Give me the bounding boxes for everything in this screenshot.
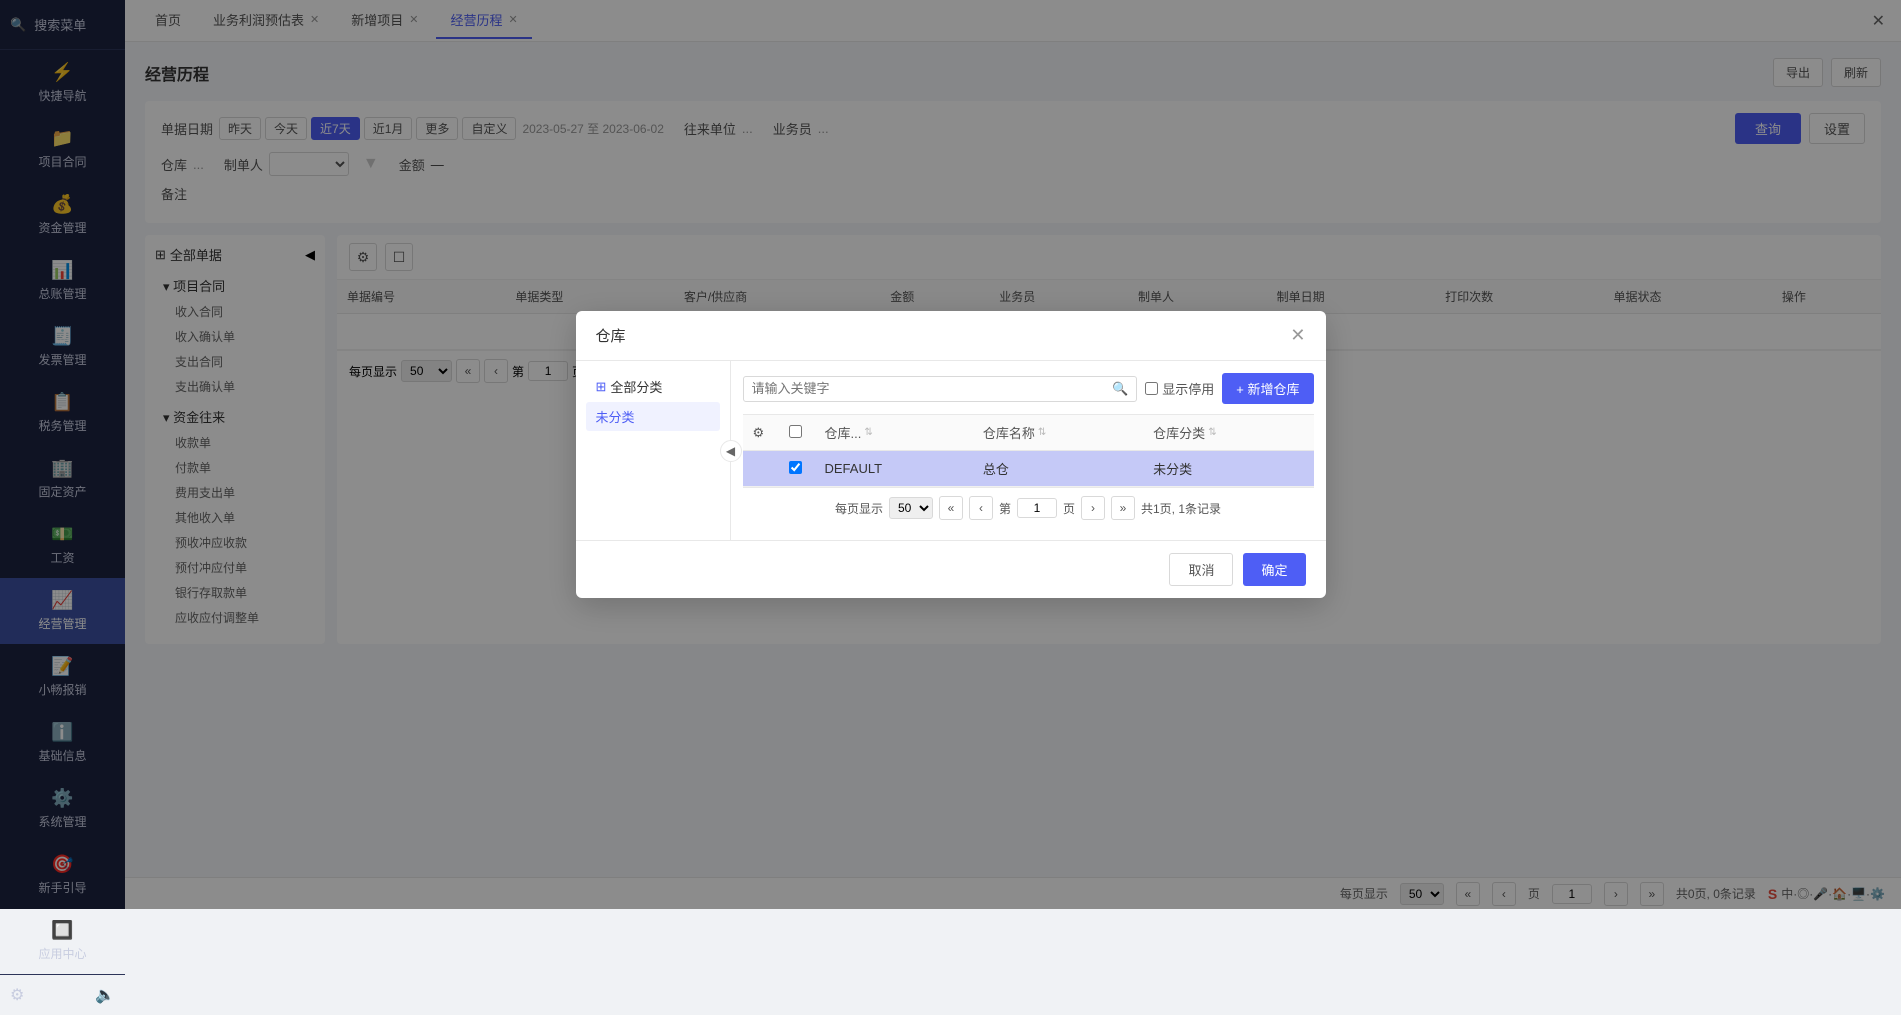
modal-last-btn[interactable]: »: [1111, 496, 1135, 520]
modal-grid-icon: ⊞: [596, 379, 607, 395]
modal-th-code-label: 仓库...: [825, 423, 862, 442]
modal-th-checkbox[interactable]: [779, 415, 815, 451]
modal-footer: 取消 确定: [576, 540, 1326, 598]
modal-page-word2: 页: [1063, 500, 1075, 517]
modal-page-size-select[interactable]: 50: [889, 497, 933, 519]
modal-right-panel: 🔍 显示停用 + 新增仓库 ⚙: [731, 361, 1326, 540]
modal-toolbar: 🔍 显示停用 + 新增仓库: [743, 373, 1314, 404]
modal-th-settings-icon: ⚙: [753, 425, 765, 440]
modal-close-btn[interactable]: ✕: [1290, 325, 1305, 346]
modal-table-row[interactable]: DEFAULT 总仓 未分类: [743, 451, 1314, 487]
sidebar-item-app-center[interactable]: 🔲 应用中心: [0, 908, 125, 974]
modal-first-btn[interactable]: «: [939, 496, 963, 520]
modal-td-code: DEFAULT: [815, 451, 973, 487]
modal-row-checkbox[interactable]: [789, 461, 802, 474]
modal-th-code: 仓库... ⇅: [815, 415, 973, 451]
modal-page-word: 第: [999, 500, 1011, 517]
modal-prev-btn[interactable]: ‹: [969, 496, 993, 520]
modal-table: ⚙ 仓库... ⇅: [743, 414, 1314, 487]
sort-icon-name: ⇅: [1038, 427, 1046, 438]
modal-show-disabled-label: 显示停用: [1162, 379, 1214, 398]
app-center-icon: 🔲: [51, 920, 73, 941]
modal-search-input[interactable]: [752, 381, 1107, 396]
modal-collapse-btn[interactable]: ◀: [720, 440, 742, 462]
modal-uncategorized-label: 未分类: [596, 410, 635, 425]
modal-total: 共1页, 1条记录: [1141, 500, 1221, 517]
modal-show-disabled-input[interactable]: [1145, 382, 1158, 395]
modal-td-row-settings: [743, 451, 779, 487]
modal-th-name: 仓库名称 ⇅: [973, 415, 1143, 451]
modal-body: ⊞ 全部分类 未分类 ◀ 🔍 显示停用: [576, 361, 1326, 540]
modal-th-checkbox-input[interactable]: [789, 425, 802, 438]
modal-all-categories-label[interactable]: 全部分类: [610, 377, 662, 396]
modal-search-icon[interactable]: 🔍: [1112, 381, 1128, 397]
modal-confirm-btn[interactable]: 确定: [1243, 553, 1305, 586]
modal-td-name: 总仓: [973, 451, 1143, 487]
modal-next-btn[interactable]: ›: [1081, 496, 1105, 520]
modal-add-btn[interactable]: + 新增仓库: [1222, 373, 1313, 404]
volume-icon[interactable]: 🔈: [95, 985, 115, 1005]
settings-icon[interactable]: ⚙: [10, 985, 24, 1005]
modal-search-box: 🔍: [743, 376, 1138, 402]
sidebar-footer: ⚙ 🔈: [0, 974, 125, 1015]
modal-cancel-btn[interactable]: 取消: [1169, 553, 1233, 586]
modal-uncategorized-item[interactable]: 未分类: [586, 402, 720, 431]
modal-td-checkbox[interactable]: [779, 451, 815, 487]
modal-page-input[interactable]: [1017, 498, 1057, 518]
modal-warehouse: 仓库 ✕ ⊞ 全部分类 未分类 ◀: [576, 311, 1326, 598]
modal-th-name-label: 仓库名称: [983, 423, 1035, 442]
modal-show-disabled-checkbox[interactable]: 显示停用: [1145, 379, 1214, 398]
modal-title: 仓库: [596, 325, 626, 346]
sort-icon-code: ⇅: [864, 427, 872, 438]
modal-table-container: ⚙ 仓库... ⇅: [743, 414, 1314, 487]
modal-left-header: ⊞ 全部分类: [586, 371, 720, 402]
modal-th-settings[interactable]: ⚙: [743, 415, 779, 451]
sort-icon-category: ⇅: [1208, 427, 1216, 438]
modal-th-category: 仓库分类 ⇅: [1143, 415, 1313, 451]
modal-th-category-label: 仓库分类: [1153, 423, 1205, 442]
modal-left-panel: ⊞ 全部分类 未分类 ◀: [576, 361, 731, 540]
modal-pagination: 每页显示 50 « ‹ 第 页 › » 共1页, 1条记录: [743, 487, 1314, 528]
modal-page-size-label: 每页显示: [835, 500, 883, 517]
modal-header: 仓库 ✕: [576, 311, 1326, 361]
sidebar-item-app-center-label: 应用中心: [38, 945, 86, 962]
modal-td-category: 未分类: [1143, 451, 1313, 487]
modal-overlay: 仓库 ✕ ⊞ 全部分类 未分类 ◀: [0, 0, 1901, 909]
